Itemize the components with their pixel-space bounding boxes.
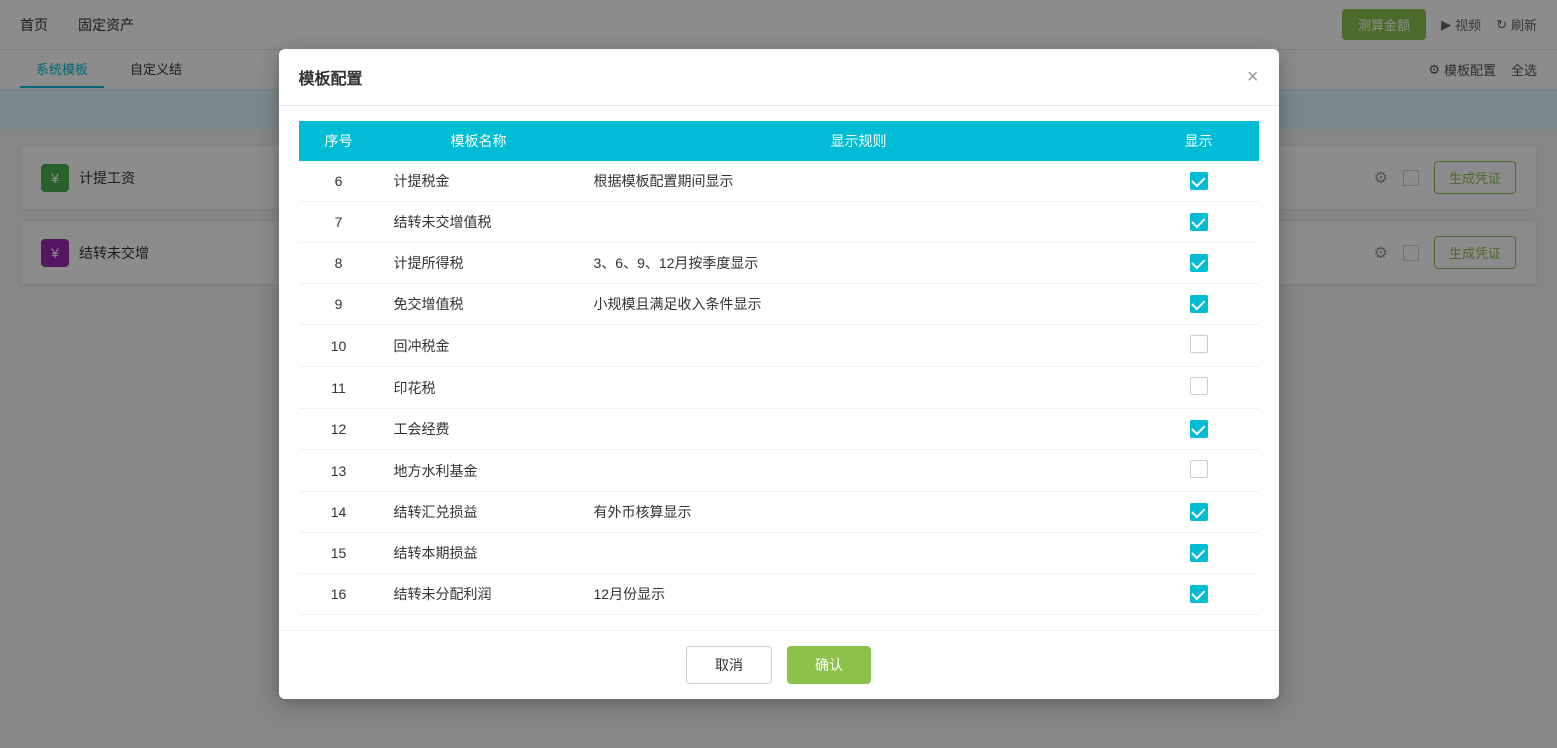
table-row: 6计提税金根据模板配置期间显示: [299, 161, 1259, 202]
table-row: 8计提所得税3、6、9、12月按季度显示: [299, 243, 1259, 284]
checkbox-row-7[interactable]: [1190, 460, 1208, 478]
checkbox-row-9[interactable]: [1190, 544, 1208, 562]
cell-seq-1: 7: [299, 202, 379, 243]
cell-display-9: [1139, 533, 1259, 574]
table-row: 12工会经费: [299, 409, 1259, 450]
checkbox-row-3[interactable]: [1190, 295, 1208, 313]
table-body: 6计提税金根据模板配置期间显示7结转未交增值税8计提所得税3、6、9、12月按季…: [299, 161, 1259, 615]
modal-header: 模板配置 ×: [279, 49, 1279, 106]
confirm-button[interactable]: 确认: [787, 646, 871, 684]
cell-name-1: 结转未交增值税: [379, 202, 579, 243]
cell-seq-3: 9: [299, 284, 379, 325]
cell-display-3: [1139, 284, 1259, 325]
cell-name-8: 结转汇兑损益: [379, 492, 579, 533]
checkbox-row-2[interactable]: [1190, 254, 1208, 272]
cell-rule-10: 12月份显示: [579, 574, 1139, 615]
cell-seq-4: 10: [299, 325, 379, 367]
modal-title: 模板配置: [299, 65, 363, 89]
table-row: 9免交增值税小规模且满足收入条件显示: [299, 284, 1259, 325]
cell-rule-4: [579, 325, 1139, 367]
checkbox-row-5[interactable]: [1190, 377, 1208, 395]
cell-seq-2: 8: [299, 243, 379, 284]
modal-footer: 取消 确认: [279, 630, 1279, 699]
table-row: 11印花税: [299, 367, 1259, 409]
table-row: 15结转本期损益: [299, 533, 1259, 574]
checkbox-row-10[interactable]: [1190, 585, 1208, 603]
cell-name-5: 印花税: [379, 367, 579, 409]
cancel-button[interactable]: 取消: [686, 646, 772, 684]
cell-name-10: 结转未分配利润: [379, 574, 579, 615]
table-row: 13地方水利基金: [299, 450, 1259, 492]
cell-rule-7: [579, 450, 1139, 492]
checkbox-row-1[interactable]: [1190, 213, 1208, 231]
checkbox-row-4[interactable]: [1190, 335, 1208, 353]
checkbox-row-0[interactable]: [1190, 172, 1208, 190]
cell-seq-6: 12: [299, 409, 379, 450]
table-row: 10回冲税金: [299, 325, 1259, 367]
cell-name-6: 工会经费: [379, 409, 579, 450]
cell-name-2: 计提所得税: [379, 243, 579, 284]
checkbox-row-6[interactable]: [1190, 420, 1208, 438]
cell-display-8: [1139, 492, 1259, 533]
cell-seq-8: 14: [299, 492, 379, 533]
table-row: 16结转未分配利润12月份显示: [299, 574, 1259, 615]
table-row: 14结转汇兑损益有外币核算显示: [299, 492, 1259, 533]
cell-name-9: 结转本期损益: [379, 533, 579, 574]
cell-rule-0: 根据模板配置期间显示: [579, 161, 1139, 202]
cell-display-4: [1139, 325, 1259, 367]
cell-rule-1: [579, 202, 1139, 243]
cell-rule-8: 有外币核算显示: [579, 492, 1139, 533]
th-name: 模板名称: [379, 121, 579, 161]
th-rule: 显示规则: [579, 121, 1139, 161]
cell-rule-6: [579, 409, 1139, 450]
th-seq: 序号: [299, 121, 379, 161]
cell-rule-9: [579, 533, 1139, 574]
cell-display-5: [1139, 367, 1259, 409]
cell-display-2: [1139, 243, 1259, 284]
cell-display-7: [1139, 450, 1259, 492]
cell-name-3: 免交增值税: [379, 284, 579, 325]
config-table: 序号 模板名称 显示规则 显示 6计提税金根据模板配置期间显示7结转未交增值税8…: [299, 121, 1259, 615]
modal-body: 序号 模板名称 显示规则 显示 6计提税金根据模板配置期间显示7结转未交增值税8…: [279, 106, 1279, 630]
modal-overlay: 模板配置 × 序号 模板名称 显示规则 显示 6计提税金根据模板配置期间显示7结…: [0, 0, 1557, 748]
modal-close-button[interactable]: ×: [1247, 67, 1259, 87]
th-display: 显示: [1139, 121, 1259, 161]
cell-rule-2: 3、6、9、12月按季度显示: [579, 243, 1139, 284]
table-row: 7结转未交增值税: [299, 202, 1259, 243]
cell-rule-3: 小规模且满足收入条件显示: [579, 284, 1139, 325]
cell-display-6: [1139, 409, 1259, 450]
cell-seq-5: 11: [299, 367, 379, 409]
cell-name-4: 回冲税金: [379, 325, 579, 367]
cell-seq-7: 13: [299, 450, 379, 492]
cell-name-7: 地方水利基金: [379, 450, 579, 492]
cell-seq-0: 6: [299, 161, 379, 202]
cell-seq-9: 15: [299, 533, 379, 574]
cell-display-10: [1139, 574, 1259, 615]
cell-display-0: [1139, 161, 1259, 202]
cell-display-1: [1139, 202, 1259, 243]
checkbox-row-8[interactable]: [1190, 503, 1208, 521]
cell-rule-5: [579, 367, 1139, 409]
cell-name-0: 计提税金: [379, 161, 579, 202]
modal-template-config: 模板配置 × 序号 模板名称 显示规则 显示 6计提税金根据模板配置期间显示7结…: [279, 49, 1279, 699]
table-header-row: 序号 模板名称 显示规则 显示: [299, 121, 1259, 161]
cell-seq-10: 16: [299, 574, 379, 615]
